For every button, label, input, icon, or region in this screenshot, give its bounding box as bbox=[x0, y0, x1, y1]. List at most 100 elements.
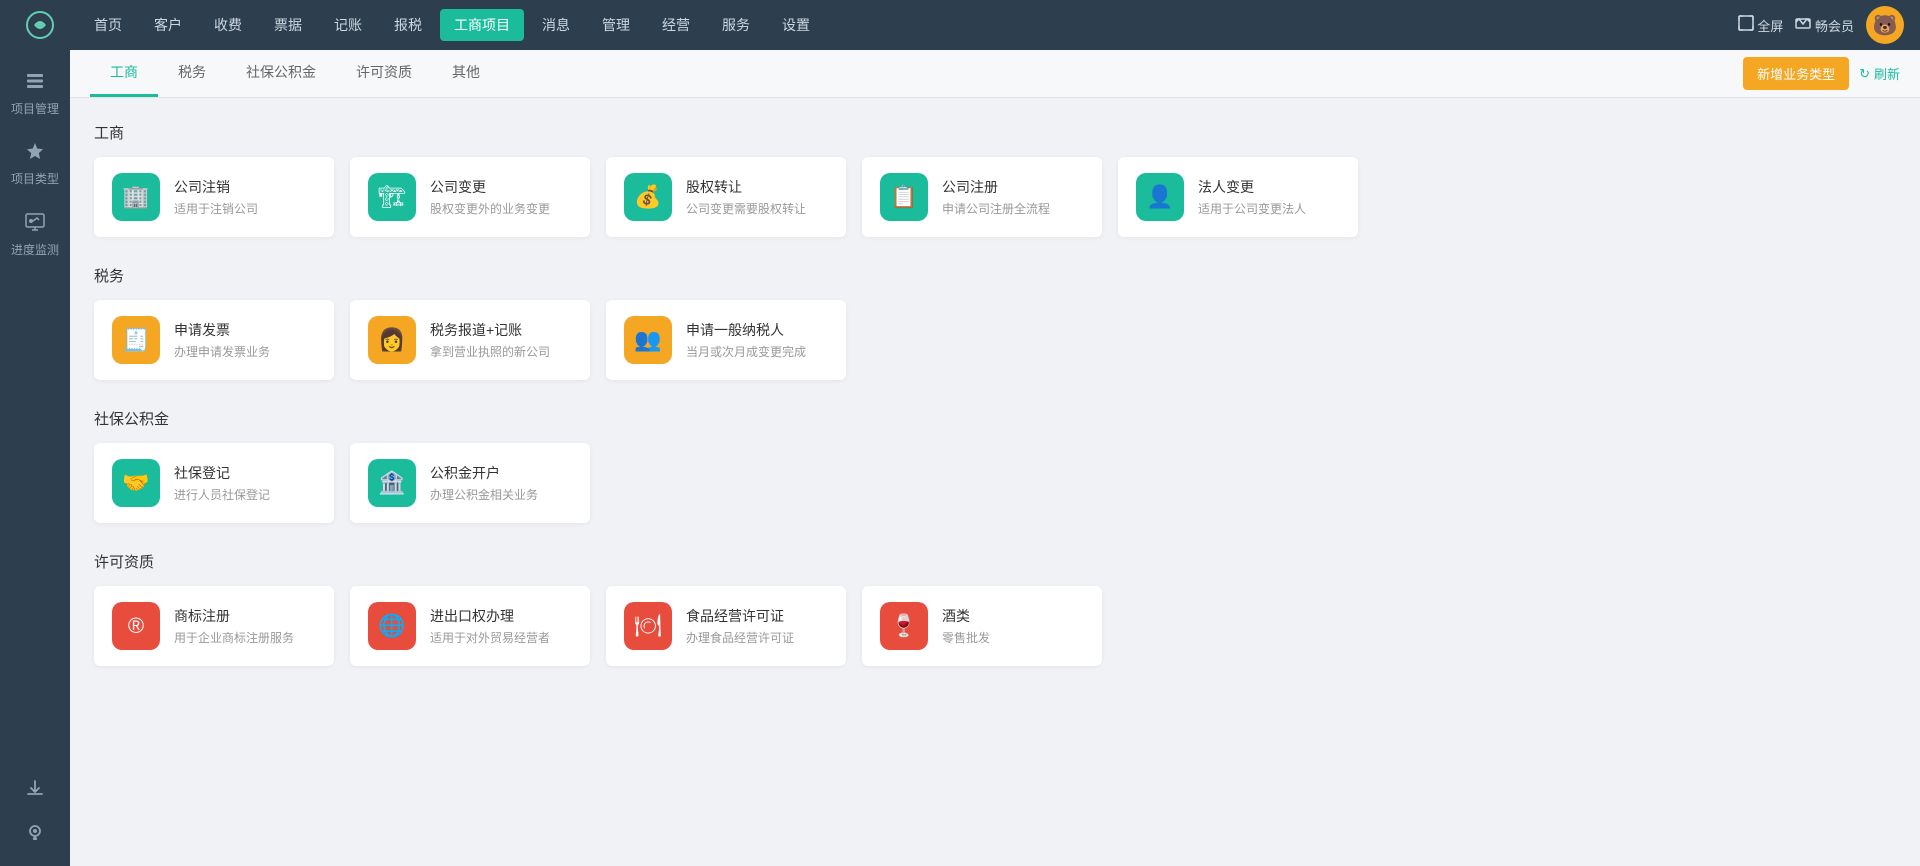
card-icon-进出口权办理: 🌐 bbox=[368, 602, 416, 650]
card-info-公司变更: 公司变更股权变更外的业务变更 bbox=[430, 177, 550, 217]
sidebar-label-progress-monitor: 进度监测 bbox=[11, 243, 59, 257]
card-desc-税务报道+记账: 拿到营业执照的新公司 bbox=[430, 343, 550, 360]
card-desc-商标注册: 用于企业商标注册服务 bbox=[174, 629, 294, 646]
sidebar-item-project-management[interactable]: 项目管理 bbox=[3, 60, 67, 126]
nav-item-设置[interactable]: 设置 bbox=[768, 9, 824, 41]
card-info-进出口权办理: 进出口权办理适用于对外贸易经营者 bbox=[430, 606, 550, 646]
card-icon-食品经营许可证: 🍽 bbox=[624, 602, 672, 650]
card-title-酒类: 酒类 bbox=[942, 606, 990, 626]
card-info-公积金开户: 公积金开户办理公积金相关业务 bbox=[430, 463, 538, 503]
card-info-公司注销: 公司注销适用于注销公司 bbox=[174, 177, 258, 217]
nav-item-经营[interactable]: 经营 bbox=[648, 9, 704, 41]
service-card-公积金开户[interactable]: 🏦 公积金开户办理公积金相关业务 bbox=[350, 443, 590, 523]
card-icon-公司注销: 🏢 bbox=[112, 173, 160, 221]
card-info-股权转让: 股权转让公司变更需要股权转让 bbox=[686, 177, 806, 217]
card-icon-公积金开户: 🏦 bbox=[368, 459, 416, 507]
card-info-食品经营许可证: 食品经营许可证办理食品经营许可证 bbox=[686, 606, 794, 646]
service-card-进出口权办理[interactable]: 🌐 进出口权办理适用于对外贸易经营者 bbox=[350, 586, 590, 666]
list-icon bbox=[24, 70, 46, 98]
card-desc-进出口权办理: 适用于对外贸易经营者 bbox=[430, 629, 550, 646]
content-area: 工商税务社保公积金许可资质其他 新增业务类型 ↻ 刷新 工商 🏢 公司注销适用于注销… bbox=[70, 50, 1920, 866]
card-title-申请发票: 申请发票 bbox=[174, 320, 270, 340]
service-card-申请发票[interactable]: 🧾 申请发票办理申请发票业务 bbox=[94, 300, 334, 380]
tab-其他[interactable]: 其他 bbox=[432, 50, 500, 97]
card-icon-酒类: 🍷 bbox=[880, 602, 928, 650]
card-icon-税务报道+记账: 👩 bbox=[368, 316, 416, 364]
nav-items: 首页客户收费票据记账报税工商项目消息管理经营服务设置 bbox=[80, 9, 1738, 41]
tab-社保公积金[interactable]: 社保公积金 bbox=[226, 50, 336, 97]
card-title-法人变更: 法人变更 bbox=[1198, 177, 1306, 197]
card-desc-股权转让: 公司变更需要股权转让 bbox=[686, 200, 806, 217]
card-desc-公司变更: 股权变更外的业务变更 bbox=[430, 200, 550, 217]
vip-btn[interactable]: 畅会员 bbox=[1795, 15, 1854, 35]
sidebar-bottom bbox=[17, 770, 53, 866]
card-icon-社保登记: 🤝 bbox=[112, 459, 160, 507]
nav-item-工商项目[interactable]: 工商项目 bbox=[440, 9, 524, 41]
star-icon bbox=[24, 140, 46, 168]
service-card-食品经营许可证[interactable]: 🍽 食品经营许可证办理食品经营许可证 bbox=[606, 586, 846, 666]
sidebar-label-project-type: 项目类型 bbox=[11, 172, 59, 186]
card-title-食品经营许可证: 食品经营许可证 bbox=[686, 606, 794, 626]
service-card-社保登记[interactable]: 🤝社保登记进行人员社保登记 bbox=[94, 443, 334, 523]
card-info-申请一般纳税人: 申请一般纳税人当月或次月成变更完成 bbox=[686, 320, 806, 360]
nav-item-收费[interactable]: 收费 bbox=[200, 9, 256, 41]
nav-item-记账[interactable]: 记账 bbox=[320, 9, 376, 41]
card-info-公司注册: 公司注册申请公司注册全流程 bbox=[942, 177, 1050, 217]
location-icon[interactable] bbox=[17, 814, 53, 850]
service-card-酒类[interactable]: 🍷 酒类零售批发 bbox=[862, 586, 1102, 666]
service-card-申请一般纳税人[interactable]: 👥申请一般纳税人当月或次月成变更完成 bbox=[606, 300, 846, 380]
card-grid-工商: 🏢公司注销适用于注销公司🏗公司变更股权变更外的业务变更💰股权转让公司变更需要股权… bbox=[94, 157, 1896, 237]
nav-item-管理[interactable]: 管理 bbox=[588, 9, 644, 41]
nav-item-消息[interactable]: 消息 bbox=[528, 9, 584, 41]
card-desc-食品经营许可证: 办理食品经营许可证 bbox=[686, 629, 794, 646]
card-desc-公积金开户: 办理公积金相关业务 bbox=[430, 486, 538, 503]
card-info-法人变更: 法人变更适用于公司变更法人 bbox=[1198, 177, 1306, 217]
card-icon-法人变更: 👤 bbox=[1136, 173, 1184, 221]
nav-item-服务[interactable]: 服务 bbox=[708, 9, 764, 41]
card-grid-社保公积金: 🤝社保登记进行人员社保登记🏦公积金开户办理公积金相关业务 bbox=[94, 443, 1896, 523]
nav-right: 全屏 畅会员 🐻 bbox=[1738, 6, 1920, 44]
tab-工商[interactable]: 工商 bbox=[90, 50, 158, 97]
card-desc-公司注册: 申请公司注册全流程 bbox=[942, 200, 1050, 217]
main-layout: 项目管理 项目类型 进度监测 bbox=[0, 50, 1920, 866]
card-info-税务报道+记账: 税务报道+记账拿到营业执照的新公司 bbox=[430, 320, 550, 360]
refresh-button[interactable]: ↻ 刷新 bbox=[1859, 64, 1900, 83]
service-card-公司变更[interactable]: 🏗公司变更股权变更外的业务变更 bbox=[350, 157, 590, 237]
service-card-税务报道+记账[interactable]: 👩 税务报道+记账拿到营业执照的新公司 bbox=[350, 300, 590, 380]
card-title-公积金开户: 公积金开户 bbox=[430, 463, 538, 483]
card-title-申请一般纳税人: 申请一般纳税人 bbox=[686, 320, 806, 340]
nav-item-首页[interactable]: 首页 bbox=[80, 9, 136, 41]
tab-许可资质[interactable]: 许可资质 bbox=[336, 50, 432, 97]
card-icon-股权转让: 💰 bbox=[624, 173, 672, 221]
card-info-酒类: 酒类零售批发 bbox=[942, 606, 990, 646]
download-icon[interactable] bbox=[17, 770, 53, 806]
mascot: 🐻 bbox=[1866, 6, 1904, 44]
tabs-list: 工商税务社保公积金许可资质其他 bbox=[90, 50, 1743, 97]
nav-item-客户[interactable]: 客户 bbox=[140, 9, 196, 41]
top-navbar: 首页客户收费票据记账报税工商项目消息管理经营服务设置 全屏 畅会员 🐻 bbox=[0, 0, 1920, 50]
service-card-股权转让[interactable]: 💰 股权转让公司变更需要股权转让 bbox=[606, 157, 846, 237]
card-title-进出口权办理: 进出口权办理 bbox=[430, 606, 550, 626]
card-icon-申请发票: 🧾 bbox=[112, 316, 160, 364]
fullscreen-btn[interactable]: 全屏 bbox=[1738, 15, 1784, 35]
service-card-商标注册[interactable]: ®商标注册用于企业商标注册服务 bbox=[94, 586, 334, 666]
nav-item-票据[interactable]: 票据 bbox=[260, 9, 316, 41]
service-card-法人变更[interactable]: 👤 法人变更适用于公司变更法人 bbox=[1118, 157, 1358, 237]
new-type-button[interactable]: 新增业务类型 bbox=[1743, 57, 1849, 90]
sidebar-item-project-type[interactable]: 项目类型 bbox=[3, 130, 67, 196]
logo bbox=[10, 11, 70, 39]
section-title-许可资质: 许可资质 bbox=[94, 551, 1896, 572]
card-icon-公司注册: 📋 bbox=[880, 173, 928, 221]
nav-item-报税[interactable]: 报税 bbox=[380, 9, 436, 41]
service-card-公司注册[interactable]: 📋 公司注册申请公司注册全流程 bbox=[862, 157, 1102, 237]
tab-税务[interactable]: 税务 bbox=[158, 50, 226, 97]
sidebar-item-progress-monitor[interactable]: 进度监测 bbox=[3, 201, 67, 267]
card-info-申请发票: 申请发票办理申请发票业务 bbox=[174, 320, 270, 360]
card-desc-法人变更: 适用于公司变更法人 bbox=[1198, 200, 1306, 217]
card-title-公司变更: 公司变更 bbox=[430, 177, 550, 197]
card-title-社保登记: 社保登记 bbox=[174, 463, 270, 483]
card-title-公司注销: 公司注销 bbox=[174, 177, 258, 197]
card-title-税务报道+记账: 税务报道+记账 bbox=[430, 320, 550, 340]
service-card-公司注销[interactable]: 🏢 公司注销适用于注销公司 bbox=[94, 157, 334, 237]
card-title-公司注册: 公司注册 bbox=[942, 177, 1050, 197]
